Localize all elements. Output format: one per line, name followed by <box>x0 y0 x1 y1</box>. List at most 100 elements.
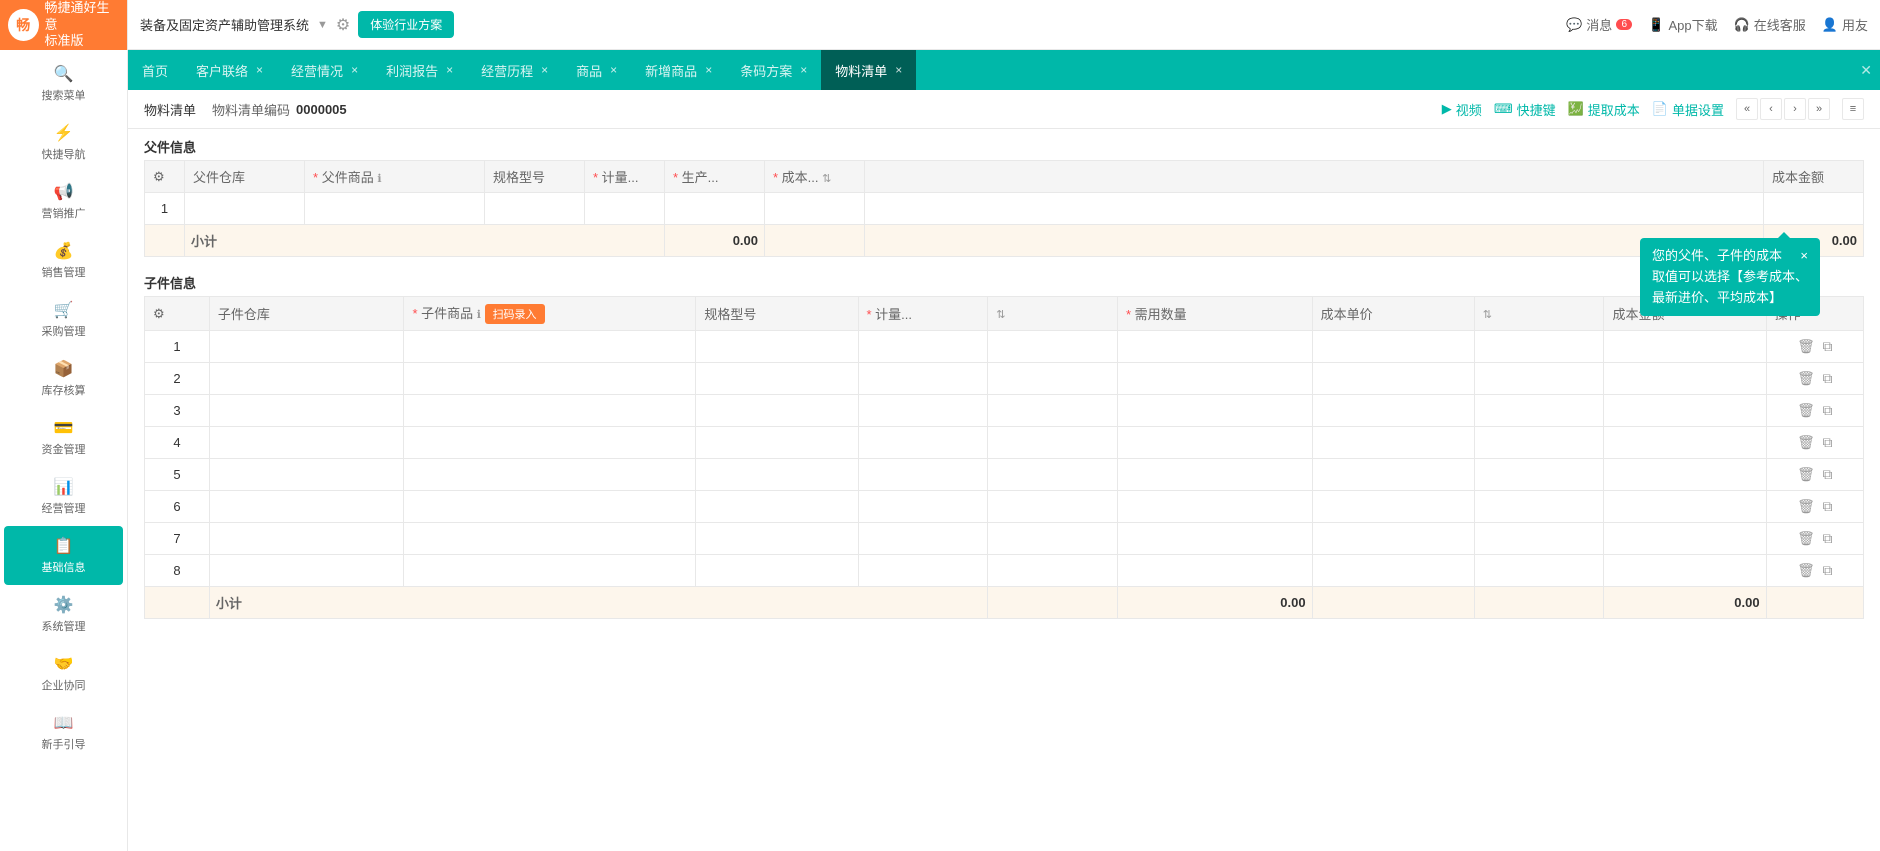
sidebar-item-sales[interactable]: 💰 销售管理 <box>0 231 127 290</box>
tab-operations-close[interactable]: × <box>351 63 358 77</box>
tab-customers-close[interactable]: × <box>256 63 263 77</box>
child-spec-cell[interactable] <box>696 555 858 587</box>
child-unit-cell[interactable] <box>858 331 988 363</box>
parent-product-info-icon[interactable]: ℹ <box>377 173 381 185</box>
child-unit-cell[interactable] <box>858 363 988 395</box>
child-warehouse-cell[interactable] <box>209 331 404 363</box>
child-spec-cell[interactable] <box>696 459 858 491</box>
child-unit-price-cell[interactable] <box>1312 331 1474 363</box>
tab-bom-close[interactable]: × <box>895 63 902 77</box>
child-quantity-cell[interactable] <box>1117 459 1312 491</box>
child-spec-cell[interactable] <box>696 491 858 523</box>
child-unit-price-cell[interactable] <box>1312 427 1474 459</box>
grid-view-button[interactable]: ≡ <box>1842 98 1864 120</box>
child-unit-price-cell[interactable] <box>1312 363 1474 395</box>
child-unit-price-cell[interactable] <box>1312 523 1474 555</box>
child-unit-price-cell[interactable] <box>1312 459 1474 491</box>
child-warehouse-cell[interactable] <box>209 523 404 555</box>
child-product-cell[interactable] <box>404 427 696 459</box>
child-unit-cell[interactable] <box>858 491 988 523</box>
delete-row-icon[interactable]: 🗑 <box>1797 434 1815 450</box>
child-product-cell[interactable] <box>404 491 696 523</box>
copy-row-icon[interactable]: ⧉ <box>1823 530 1833 546</box>
copy-row-icon[interactable]: ⧉ <box>1823 338 1833 354</box>
tooltip-close-button[interactable]: × <box>1800 246 1808 267</box>
sidebar-item-operations[interactable]: 📊 经营管理 <box>0 467 127 526</box>
settings-icon[interactable]: ⚙ <box>336 15 350 35</box>
first-page-button[interactable]: « <box>1736 98 1758 120</box>
child-quantity-cell[interactable] <box>1117 491 1312 523</box>
tab-newproduct-close[interactable]: × <box>705 63 712 77</box>
child-unit-cell[interactable] <box>858 395 988 427</box>
child-quantity-cell[interactable] <box>1117 523 1312 555</box>
trial-button[interactable]: 体验行业方案 <box>358 11 454 38</box>
parent-production-cell[interactable] <box>665 193 765 225</box>
tab-barcode-close[interactable]: × <box>800 63 807 77</box>
child-unit-price-cell[interactable] <box>1312 555 1474 587</box>
tab-newproduct[interactable]: 新增商品 × <box>631 50 726 90</box>
sidebar-item-guide[interactable]: 📖 新手引导 <box>0 703 127 762</box>
close-all-tabs[interactable]: ✕ <box>1852 62 1880 79</box>
child-product-cell[interactable] <box>404 363 696 395</box>
child-spec-cell[interactable] <box>696 427 858 459</box>
delete-row-icon[interactable]: 🗑 <box>1797 498 1815 514</box>
user-menu[interactable]: 👤 用友 <box>1822 15 1868 34</box>
tab-profit[interactable]: 利润报告 × <box>372 50 467 90</box>
child-spec-cell[interactable] <box>696 523 858 555</box>
child-product-cell[interactable] <box>404 555 696 587</box>
parent-cost-sort-icon[interactable]: ⇅ <box>822 173 831 185</box>
sidebar-item-purchase[interactable]: 🛒 采购管理 <box>0 290 127 349</box>
tab-barcode[interactable]: 条码方案 × <box>726 50 821 90</box>
child-unit-cell[interactable] <box>858 523 988 555</box>
tab-operations[interactable]: 经营情况 × <box>277 50 372 90</box>
copy-row-icon[interactable]: ⧉ <box>1823 370 1833 386</box>
delete-row-icon[interactable]: 🗑 <box>1797 370 1815 386</box>
child-product-cell[interactable] <box>404 331 696 363</box>
child-warehouse-cell[interactable] <box>209 363 404 395</box>
copy-row-icon[interactable]: ⧉ <box>1823 562 1833 578</box>
delete-row-icon[interactable]: 🗑 <box>1797 466 1815 482</box>
child-unit-cell[interactable] <box>858 427 988 459</box>
sidebar-item-search[interactable]: 🔍 搜索菜单 <box>0 54 127 113</box>
parent-warehouse-cell[interactable] <box>185 193 305 225</box>
child-spec-cell[interactable] <box>696 395 858 427</box>
last-page-button[interactable]: » <box>1808 98 1830 120</box>
sidebar-item-finance[interactable]: 💳 资金管理 <box>0 408 127 467</box>
tab-home[interactable]: 首页 <box>128 50 182 90</box>
copy-row-icon[interactable]: ⧉ <box>1823 434 1833 450</box>
parent-cost-cell[interactable] <box>765 193 865 225</box>
child-product-cell[interactable] <box>404 523 696 555</box>
tab-bom[interactable]: 物料清单 × <box>821 50 916 90</box>
child-spec-cell[interactable] <box>696 331 858 363</box>
th-child-settings[interactable]: ⚙ <box>145 297 210 331</box>
tab-customers[interactable]: 客户联络 × <box>182 50 277 90</box>
sidebar-item-collab[interactable]: 🤝 企业协同 <box>0 644 127 703</box>
message-button[interactable]: 💬 消息 6 <box>1566 15 1632 34</box>
tab-profit-close[interactable]: × <box>446 63 453 77</box>
child-unit-cell[interactable] <box>858 459 988 491</box>
child-warehouse-cell[interactable] <box>209 555 404 587</box>
child-product-cell[interactable] <box>404 459 696 491</box>
child-quantity-cell[interactable] <box>1117 363 1312 395</box>
scan-input-button[interactable]: 扫码录入 <box>485 304 545 324</box>
topbar-dropdown-icon[interactable]: ▼ <box>317 19 328 31</box>
sidebar-item-inventory[interactable]: 📦 库存核算 <box>0 349 127 408</box>
child-quantity-cell[interactable] <box>1117 427 1312 459</box>
parent-unit-cell[interactable] <box>585 193 665 225</box>
th-parent-settings[interactable]: ⚙ <box>145 161 185 193</box>
child-quantity-cell[interactable] <box>1117 555 1312 587</box>
sidebar-item-basicinfo[interactable]: 📋 基础信息 <box>4 526 123 585</box>
sidebar-item-marketing[interactable]: 📢 营销推广 <box>0 172 127 231</box>
child-warehouse-cell[interactable] <box>209 427 404 459</box>
tab-products-close[interactable]: × <box>610 63 617 77</box>
parent-product-cell[interactable] <box>305 193 485 225</box>
child-unit-cell[interactable] <box>858 555 988 587</box>
tab-history[interactable]: 经营历程 × <box>467 50 562 90</box>
sidebar-item-quicknav[interactable]: ⚡ 快捷导航 <box>0 113 127 172</box>
sidebar-item-system[interactable]: ⚙️ 系统管理 <box>0 585 127 644</box>
child-warehouse-cell[interactable] <box>209 491 404 523</box>
child-spec-cell[interactable] <box>696 363 858 395</box>
copy-row-icon[interactable]: ⧉ <box>1823 498 1833 514</box>
view-video-button[interactable]: ▶ 视频 <box>1442 100 1482 119</box>
child-unit-price-cell[interactable] <box>1312 395 1474 427</box>
